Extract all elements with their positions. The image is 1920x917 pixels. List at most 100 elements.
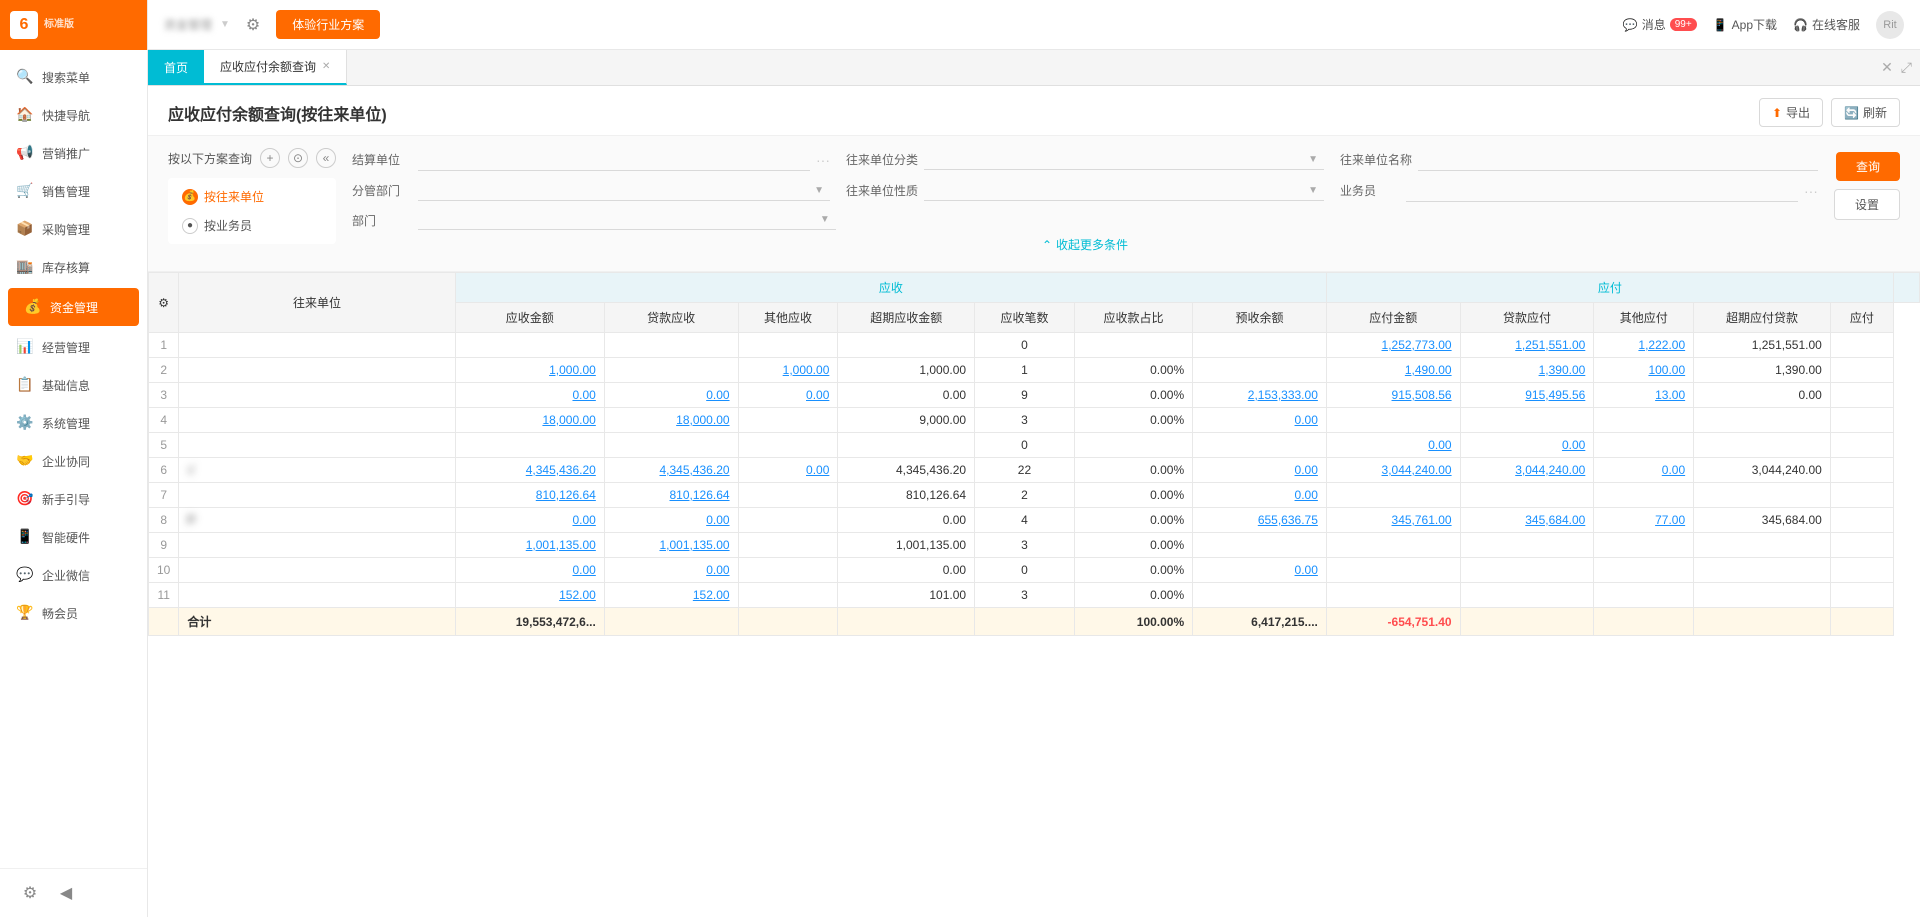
salesman-input[interactable] xyxy=(1406,179,1798,202)
ar-loan[interactable]: 152.00 xyxy=(604,583,738,608)
salesman-dots[interactable]: ··· xyxy=(1804,183,1818,199)
ap-other[interactable] xyxy=(1594,558,1694,583)
ap-loan[interactable] xyxy=(1460,558,1594,583)
ap-loan[interactable]: 345,684.00 xyxy=(1460,508,1594,533)
ap-amount[interactable]: 915,508.56 xyxy=(1326,383,1460,408)
ar-other[interactable] xyxy=(738,533,838,558)
ar-prepay[interactable]: 0.00 xyxy=(1193,483,1327,508)
ar-other[interactable] xyxy=(738,508,838,533)
partner-name[interactable] xyxy=(179,408,455,433)
partner-name[interactable] xyxy=(179,433,455,458)
messages-button[interactable]: 💬 消息 99+ xyxy=(1623,16,1697,33)
ap-amount[interactable] xyxy=(1326,583,1460,608)
ar-loan[interactable] xyxy=(604,333,738,358)
sidebar-item-purchase[interactable]: 📦 采购管理 xyxy=(0,210,147,248)
ar-other[interactable]: 1,000.00 xyxy=(738,358,838,383)
add-scheme-button[interactable]: + xyxy=(260,148,280,168)
ar-amount[interactable]: 18,000.00 xyxy=(455,408,604,433)
partner-name[interactable] xyxy=(179,583,455,608)
ap-amount[interactable] xyxy=(1326,483,1460,508)
tab-close-icon[interactable]: ✕ xyxy=(322,61,330,72)
ap-amount[interactable] xyxy=(1326,533,1460,558)
ap-other[interactable]: 13.00 xyxy=(1594,383,1694,408)
ar-prepay[interactable] xyxy=(1193,533,1327,558)
ar-amount[interactable]: 0.00 xyxy=(455,508,604,533)
ar-other[interactable]: 0.00 xyxy=(738,383,838,408)
ar-loan[interactable] xyxy=(604,433,738,458)
ap-other[interactable]: 1,222.00 xyxy=(1594,333,1694,358)
scheme-collapse-button[interactable]: « xyxy=(316,148,336,168)
sidebar-item-quick-nav[interactable]: 🏠 快捷导航 xyxy=(0,96,147,134)
ar-prepay[interactable]: 2,153,333.00 xyxy=(1193,383,1327,408)
ap-loan[interactable] xyxy=(1460,483,1594,508)
ar-amount[interactable] xyxy=(455,333,604,358)
ar-prepay[interactable]: 0.00 xyxy=(1193,458,1327,483)
settings-gear-icon[interactable]: ⚙ xyxy=(246,15,260,35)
ar-amount[interactable]: 152.00 xyxy=(455,583,604,608)
window-expand-button[interactable]: ⤢ xyxy=(1901,59,1912,76)
ap-amount[interactable]: 0.00 xyxy=(1326,433,1460,458)
sidebar-item-collab[interactable]: 🤝 企业协同 xyxy=(0,442,147,480)
ar-prepay[interactable]: 0.00 xyxy=(1193,558,1327,583)
ar-loan[interactable]: 18,000.00 xyxy=(604,408,738,433)
sidebar-item-sys-mgmt[interactable]: ⚙️ 系统管理 xyxy=(0,404,147,442)
partner-name[interactable]: √ xyxy=(179,458,455,483)
sidebar-settings-button[interactable]: ⚙ xyxy=(16,879,44,907)
ar-prepay[interactable] xyxy=(1193,333,1327,358)
collapse-more-button[interactable]: ⌃ 收起更多条件 xyxy=(352,230,1818,259)
app-download-button[interactable]: 📱 App下载 xyxy=(1713,16,1777,33)
ap-loan[interactable]: 0.00 xyxy=(1460,433,1594,458)
partner-name[interactable] xyxy=(179,558,455,583)
sidebar-collapse-button[interactable]: ◀ xyxy=(52,879,80,907)
ap-other[interactable] xyxy=(1594,433,1694,458)
ar-loan[interactable]: 0.00 xyxy=(604,383,738,408)
ar-loan[interactable]: 4,345,436.20 xyxy=(604,458,738,483)
ar-loan[interactable]: 0.00 xyxy=(604,508,738,533)
settlement-unit-input[interactable] xyxy=(418,148,810,171)
dept-select[interactable]: ▼ xyxy=(418,210,836,230)
partner-name[interactable]: P xyxy=(179,508,455,533)
ar-prepay[interactable] xyxy=(1193,583,1327,608)
ar-amount[interactable]: 1,000.00 xyxy=(455,358,604,383)
ap-amount[interactable]: 345,761.00 xyxy=(1326,508,1460,533)
partner-name[interactable] xyxy=(179,358,455,383)
ar-other[interactable] xyxy=(738,558,838,583)
settings-button[interactable]: 设置 xyxy=(1834,189,1900,220)
user-avatar[interactable]: Rit xyxy=(1876,11,1904,39)
ar-prepay[interactable]: 655,636.75 xyxy=(1193,508,1327,533)
ar-loan[interactable]: 0.00 xyxy=(604,558,738,583)
scheme-by-staff[interactable]: ● 按业务员 xyxy=(172,211,332,240)
ar-other[interactable] xyxy=(738,433,838,458)
tab-home[interactable]: 首页 xyxy=(148,50,204,85)
sidebar-item-marketing[interactable]: 📢 营销推广 xyxy=(0,134,147,172)
window-close-button[interactable]: ✕ xyxy=(1881,59,1893,76)
export-button[interactable]: ⬆ 导出 xyxy=(1759,98,1823,127)
query-button[interactable]: 查询 xyxy=(1836,152,1900,181)
online-service-button[interactable]: 🎧 在线客服 xyxy=(1793,16,1860,33)
sidebar-item-member[interactable]: 🏆 畅会员 xyxy=(0,594,147,632)
ap-loan[interactable]: 915,495.56 xyxy=(1460,383,1594,408)
sidebar-item-basic-info[interactable]: 📋 基础信息 xyxy=(0,366,147,404)
ap-amount[interactable]: 1,252,773.00 xyxy=(1326,333,1460,358)
ar-other[interactable]: 0.00 xyxy=(738,458,838,483)
ap-loan[interactable]: 1,251,551.00 xyxy=(1460,333,1594,358)
partner-name[interactable] xyxy=(179,383,455,408)
sidebar-item-sales[interactable]: 🛒 销售管理 xyxy=(0,172,147,210)
ar-loan[interactable]: 1,001,135.00 xyxy=(604,533,738,558)
ar-amount[interactable]: 0.00 xyxy=(455,558,604,583)
ap-amount[interactable] xyxy=(1326,408,1460,433)
ap-amount[interactable]: 3,044,240.00 xyxy=(1326,458,1460,483)
tab-ar-ap[interactable]: 应收应付余额查询 ✕ xyxy=(204,50,347,85)
ar-other[interactable] xyxy=(738,583,838,608)
scheme-by-unit[interactable]: 💰 按往来单位 xyxy=(172,182,332,211)
ar-amount[interactable]: 1,001,135.00 xyxy=(455,533,604,558)
ap-other[interactable]: 77.00 xyxy=(1594,508,1694,533)
partner-name[interactable] xyxy=(179,483,455,508)
ar-amount[interactable] xyxy=(455,433,604,458)
partner-name[interactable] xyxy=(179,533,455,558)
ap-other[interactable] xyxy=(1594,533,1694,558)
ap-other[interactable] xyxy=(1594,408,1694,433)
ap-loan[interactable]: 3,044,240.00 xyxy=(1460,458,1594,483)
ap-other[interactable] xyxy=(1594,483,1694,508)
unit-category-select[interactable]: ▼ xyxy=(924,150,1324,170)
